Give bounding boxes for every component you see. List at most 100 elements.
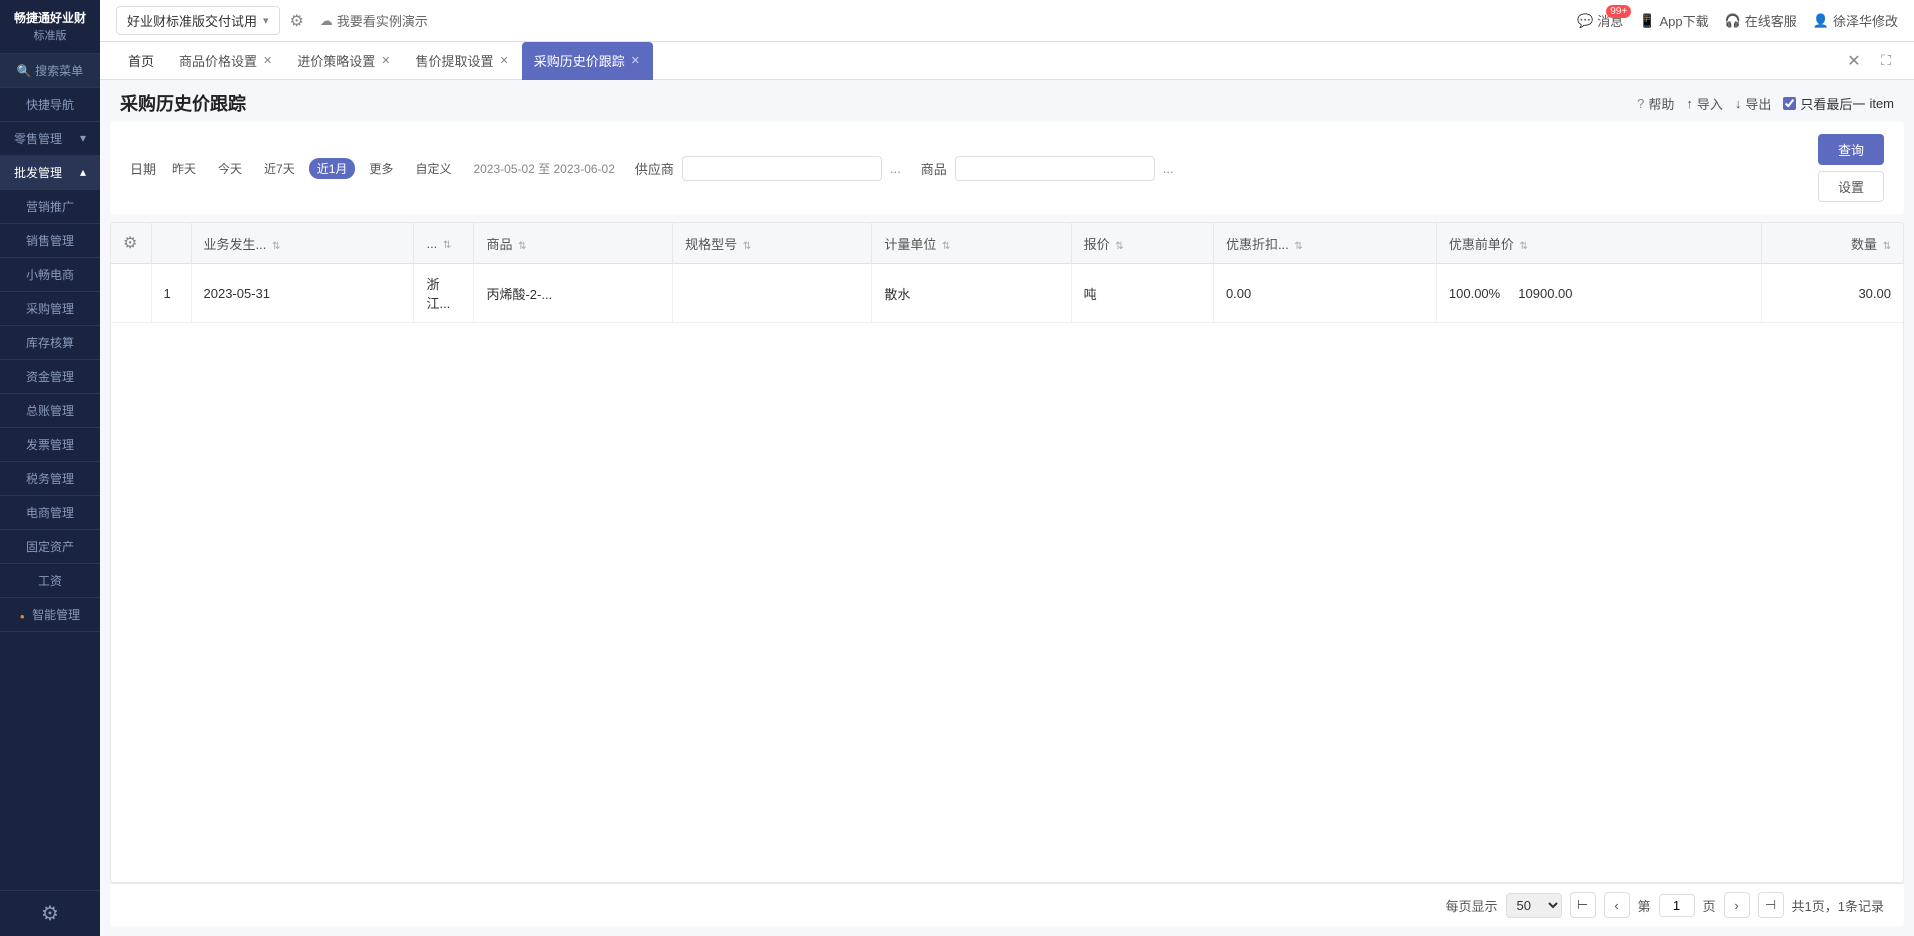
sidebar-item-finance[interactable]: 资金管理 xyxy=(0,360,100,394)
sidebar-item-marketing[interactable]: 营销推广 xyxy=(0,190,100,224)
user-profile-btn[interactable]: 👤 徐泽华修改 xyxy=(1813,11,1898,30)
import-btn[interactable]: ↑ 导入 xyxy=(1686,94,1723,113)
sidebar-item-small-ecommerce[interactable]: 小畅电商 xyxy=(0,258,100,292)
message-btn[interactable]: 💬 消息 99+ xyxy=(1577,11,1623,30)
col-extra-label: ... xyxy=(426,236,437,251)
topbar-gear-btn[interactable]: ⚙ xyxy=(290,11,304,31)
filter-bar: 日期 昨天 今天 近7天 近1月 更多 自定义 2023-05-02 至 202… xyxy=(110,122,1904,214)
date-option-yesterday[interactable]: 昨天 xyxy=(164,158,204,179)
supplier-ellipsis[interactable]: ... xyxy=(890,161,901,176)
app-subtitle: 标准版 xyxy=(8,27,92,43)
col-spec-label: 规格型号 xyxy=(685,237,737,252)
goods-input[interactable] xyxy=(955,156,1155,181)
filter-actions: 查询 设置 xyxy=(1818,134,1884,202)
col-discount[interactable]: 优惠折扣... ⇅ xyxy=(1213,223,1436,264)
col-pre-discount-price[interactable]: 优惠前单价 ⇅ xyxy=(1436,223,1761,264)
page-prev-btn[interactable]: ‹ xyxy=(1604,892,1630,918)
sort-icon: ⇅ xyxy=(743,241,751,252)
tabbar-close-btn[interactable]: ✕ xyxy=(1842,49,1866,73)
sidebar-item-label: 税务管理 xyxy=(26,472,74,486)
sidebar-settings-btn[interactable]: ⚙ xyxy=(0,890,100,936)
sidebar-item-retail[interactable]: 零售管理 ▾ xyxy=(0,122,100,156)
col-index xyxy=(151,223,191,264)
online-service-btn[interactable]: 🎧 在线客服 xyxy=(1725,11,1797,30)
version-selector[interactable]: 好业财标准版交付试用 ▾ xyxy=(116,6,280,35)
sidebar-item-ledger[interactable]: 总账管理 xyxy=(0,394,100,428)
sidebar-item-sales[interactable]: 销售管理 xyxy=(0,224,100,258)
sort-icon: ⇅ xyxy=(1520,241,1528,252)
col-quote[interactable]: 报价 ⇅ xyxy=(1071,223,1213,264)
sidebar-item-payroll[interactable]: 工资 xyxy=(0,564,100,598)
date-option-1month[interactable]: 近1月 xyxy=(309,158,356,179)
sidebar-item-ecommerce[interactable]: 电商管理 xyxy=(0,496,100,530)
per-page-select[interactable]: 50 100 200 xyxy=(1506,893,1562,918)
search-menu[interactable]: 🔍 搜索菜单 xyxy=(0,54,100,88)
sidebar-item-label: 库存核算 xyxy=(26,336,74,350)
export-btn[interactable]: ↓ 导出 xyxy=(1735,94,1772,113)
date-option-more[interactable]: 更多 xyxy=(361,158,401,179)
service-label: 在线客服 xyxy=(1745,11,1797,30)
only-last-item-checkbox[interactable] xyxy=(1783,97,1796,110)
sidebar-item-purchase[interactable]: 采购管理 xyxy=(0,292,100,326)
col-goods[interactable]: 商品 ⇅ xyxy=(474,223,673,264)
filter-settings-button[interactable]: 设置 xyxy=(1818,171,1884,202)
page-last-btn[interactable]: ⊣ xyxy=(1758,892,1784,918)
cell-unit: 散水 xyxy=(872,264,1071,323)
cell-discount: 0.00 xyxy=(1213,264,1436,323)
sidebar-item-quick-nav[interactable]: 快捷导航 xyxy=(0,88,100,122)
close-icon[interactable]: ✕ xyxy=(631,54,640,67)
page-input[interactable] xyxy=(1659,894,1695,917)
date-option-7days[interactable]: 近7天 xyxy=(256,158,303,179)
sidebar-item-invoice[interactable]: 发票管理 xyxy=(0,428,100,462)
only-last-item-label: item xyxy=(1869,96,1894,111)
tab-history-price[interactable]: 采购历史价跟踪 ✕ xyxy=(522,42,653,80)
app-download-btn[interactable]: 📱 App下载 xyxy=(1639,11,1708,30)
col-extra[interactable]: ... ⇅ xyxy=(414,223,474,264)
settings-icon[interactable]: ⚙ xyxy=(123,235,137,252)
col-spec[interactable]: 规格型号 ⇅ xyxy=(673,223,872,264)
demo-label: 我要看实例演示 xyxy=(337,11,428,30)
close-icon[interactable]: ✕ xyxy=(500,54,509,67)
help-label: 帮助 xyxy=(1648,94,1674,113)
settings-icon: ⚙ xyxy=(41,903,59,925)
demo-link[interactable]: ☁ 我要看实例演示 xyxy=(320,11,428,30)
page-next-btn[interactable]: › xyxy=(1724,892,1750,918)
supplier-label: 供应商 xyxy=(635,159,674,178)
date-option-custom[interactable]: 自定义 xyxy=(407,158,459,179)
close-icon[interactable]: ✕ xyxy=(263,54,272,67)
col-quantity-label: 数量 xyxy=(1851,237,1877,252)
close-icon[interactable]: ✕ xyxy=(381,54,390,67)
sidebar-item-smart[interactable]: ● 智能管理 xyxy=(0,598,100,632)
sort-icon: ⇅ xyxy=(942,241,950,252)
tabbar-expand-btn[interactable]: ⛶ xyxy=(1874,49,1898,73)
tab-price[interactable]: 商品价格设置 ✕ xyxy=(167,42,285,80)
tab-purchase-strategy[interactable]: 进价策略设置 ✕ xyxy=(285,42,403,80)
col-unit[interactable]: 计量单位 ⇅ xyxy=(872,223,1071,264)
content-area: 采购历史价跟踪 ? 帮助 ↑ 导入 ↓ 导出 只看最后一 item xyxy=(100,80,1914,936)
date-option-today[interactable]: 今天 xyxy=(210,158,250,179)
goods-ellipsis[interactable]: ... xyxy=(1163,161,1174,176)
col-settings[interactable]: ⚙ xyxy=(111,223,151,264)
sidebar-item-label: 零售管理 xyxy=(14,130,62,147)
cell-settings xyxy=(111,264,151,323)
cell-date: 2023-05-31 xyxy=(191,264,414,323)
sidebar: 畅捷通好业财 标准版 🔍 搜索菜单 快捷导航 零售管理 ▾ 批发管理 ▴ 营销推… xyxy=(0,0,100,936)
supplier-input[interactable] xyxy=(682,156,882,181)
query-button[interactable]: 查询 xyxy=(1818,134,1884,165)
sidebar-item-tax[interactable]: 税务管理 xyxy=(0,462,100,496)
pagination-bar: 每页显示 50 100 200 ⊢ ‹ 第 页 › ⊣ 共1页，1条记录 xyxy=(110,883,1904,926)
tab-sell-price[interactable]: 售价提取设置 ✕ xyxy=(403,42,521,80)
tab-home[interactable]: 首页 xyxy=(116,42,167,80)
import-label: 导入 xyxy=(1697,94,1723,113)
sidebar-item-wholesale[interactable]: 批发管理 ▴ xyxy=(0,156,100,190)
date-options: 昨天 今天 近7天 近1月 更多 自定义 xyxy=(164,158,459,179)
col-quantity[interactable]: 数量 ⇅ xyxy=(1762,223,1903,264)
sidebar-item-inventory[interactable]: 库存核算 xyxy=(0,326,100,360)
help-btn[interactable]: ? 帮助 xyxy=(1637,94,1674,113)
sidebar-item-fixed-assets[interactable]: 固定资产 xyxy=(0,530,100,564)
quick-nav-label: 快捷导航 xyxy=(26,98,74,112)
search-menu-label: 搜索菜单 xyxy=(35,64,83,78)
col-date[interactable]: 业务发生... ⇅ xyxy=(191,223,414,264)
only-last-label: 只看最后一 xyxy=(1800,94,1865,113)
page-first-btn[interactable]: ⊢ xyxy=(1570,892,1596,918)
